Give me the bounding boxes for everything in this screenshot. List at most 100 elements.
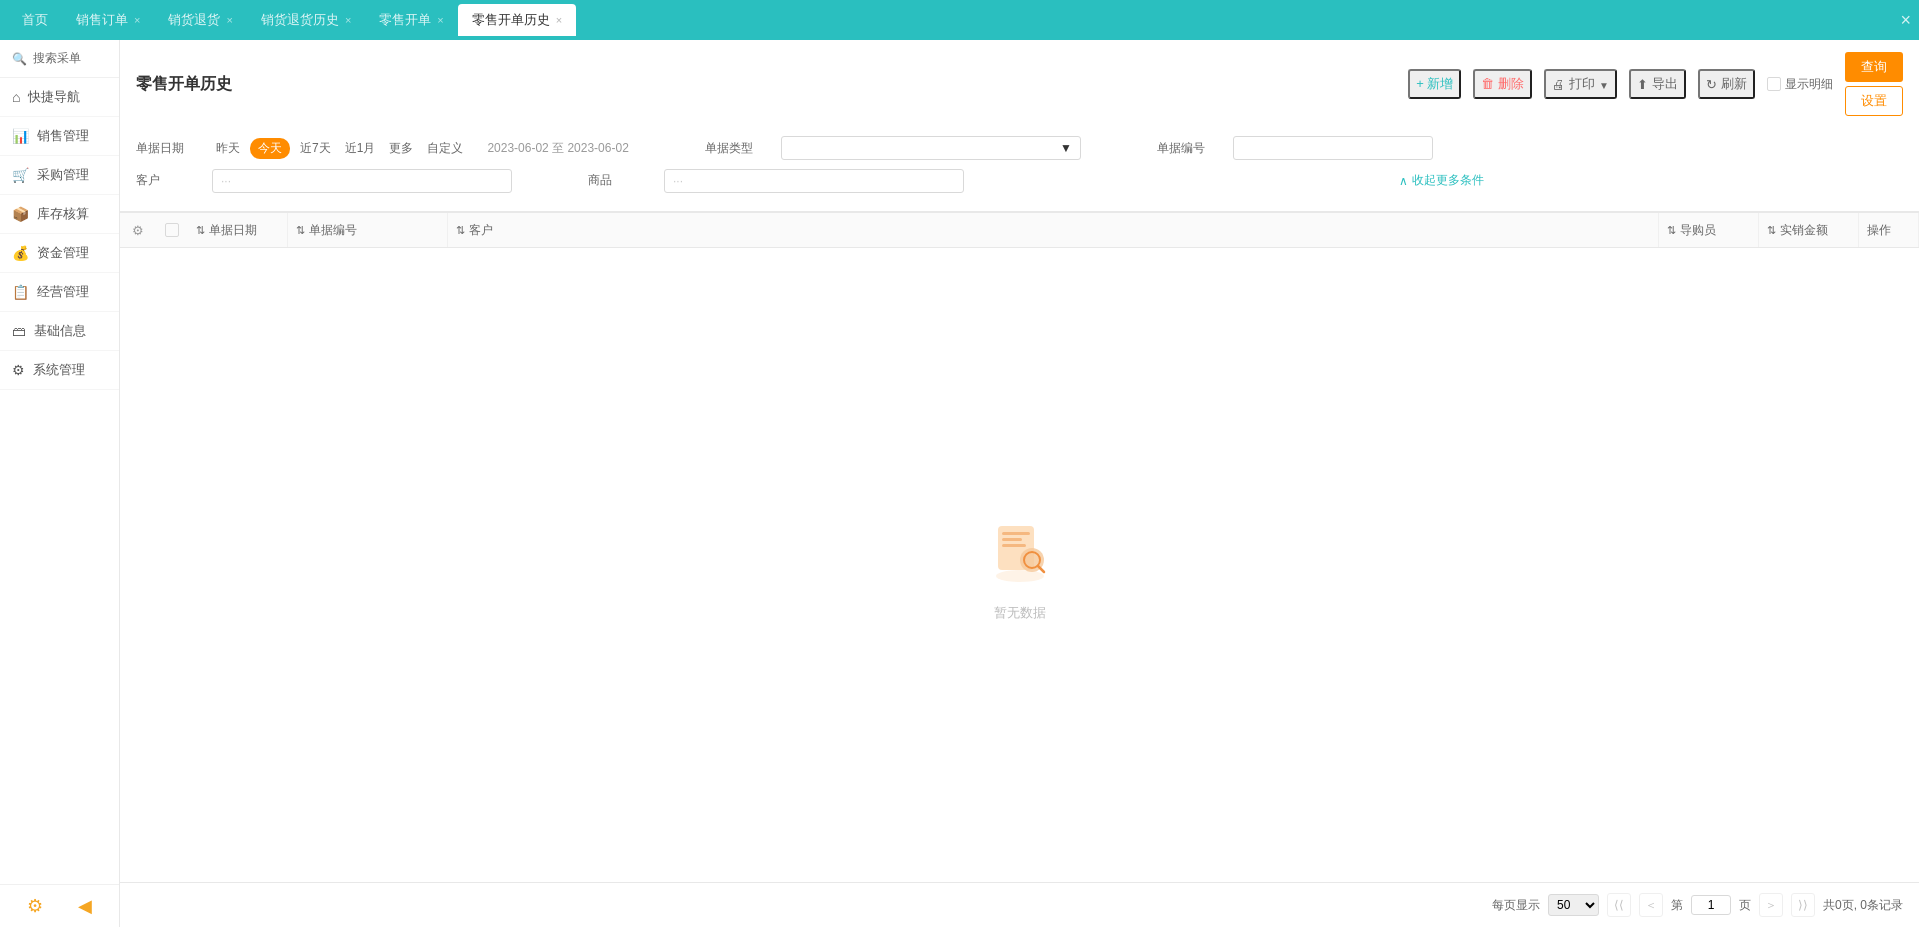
tab-bar-right: × [1900,10,1911,31]
collapse-btn-container: ∧ 收起更多条件 [980,168,1903,193]
display-detail-check[interactable] [1767,77,1781,91]
gear-icon: ⚙ [12,362,25,378]
tab-retail-open-label: 零售开单 [379,11,431,29]
export-button[interactable]: ⬆ 导出 [1629,69,1686,99]
main-layout: 🔍 搜索采单 ⌂ 快捷导航 📊 销售管理 🛒 采购管理 📦 库存核算 💰 资金管… [0,40,1919,927]
box-icon: 📦 [12,206,29,222]
per-page-select[interactable]: 50 10 20 100 [1548,894,1599,916]
next-page-btn[interactable]: ＞ [1759,893,1783,917]
sidebar-item-sales-mgmt[interactable]: 📊 销售管理 [0,117,119,156]
sidebar-item-purchase-mgmt[interactable]: 🛒 采购管理 [0,156,119,195]
sidebar-item-basic-info-label: 基础信息 [34,322,86,340]
tab-retail-open-history-close[interactable]: × [556,14,562,26]
sidebar-item-system-label: 系统管理 [33,361,85,379]
filter-area: 单据日期 昨天 今天 近7天 近1月 更多 自定义 2023-06-02 至 2… [136,128,1903,211]
sidebar-item-operations-label: 经营管理 [37,283,89,301]
folder-icon: 🗃 [12,323,26,339]
empty-text: 暂无数据 [994,604,1046,622]
tab-bar: 首页 销售订单 × 销货退货 × 销货退货历史 × 零售开单 × 零售开单历史 … [0,0,1919,40]
table-settings-icon[interactable]: ⚙ [120,223,156,238]
current-page-input[interactable]: 1 [1691,895,1731,915]
search-icon: 🔍 [12,52,27,66]
select-all-checkbox[interactable] [165,223,179,237]
sidebar-item-operations[interactable]: 📋 经营管理 [0,273,119,312]
more-btn[interactable]: 更多 [385,138,417,159]
svg-rect-2 [1002,532,1030,535]
empty-state: 暂无数据 [120,248,1919,882]
collapse-sidebar-icon[interactable]: ◀ [78,895,92,917]
tab-sales-return-close[interactable]: × [226,14,232,26]
page-header: 零售开单历史 + 新增 🗑 删除 🖨 打印 ⬆ 导出 ↻ [120,40,1919,212]
prev-page-btn[interactable]: ＜ [1639,893,1663,917]
settings-button[interactable]: 设置 [1845,86,1903,116]
print-icon: 🖨 [1552,77,1565,92]
clipboard-icon: 📋 [12,284,29,300]
print-button[interactable]: 🖨 打印 [1544,69,1617,99]
th-number[interactable]: 单据编号 [288,213,448,247]
last-page-btn[interactable]: ⟩⟩ [1791,893,1815,917]
tab-sales-order-close[interactable]: × [134,14,140,26]
tab-retail-open[interactable]: 零售开单 × [365,4,457,36]
th-customer-label: 客户 [469,222,493,239]
customer-input[interactable]: ··· [212,169,512,193]
table-select-all[interactable] [156,223,188,237]
customer-label: 客户 [136,172,196,189]
doc-type-select[interactable]: ▼ [781,136,1081,160]
refresh-button[interactable]: ↻ 刷新 [1698,69,1755,99]
goods-input[interactable]: ··· [664,169,964,193]
pagination: 每页显示 50 10 20 100 ⟨⟨ ＜ 第 1 页 ＞ ⟩⟩ 共0页, 0… [120,882,1919,927]
custom-btn[interactable]: 自定义 [423,138,467,159]
svg-rect-3 [1002,538,1022,541]
query-button[interactable]: 查询 [1845,52,1903,82]
last7days-btn[interactable]: 近7天 [296,138,335,159]
sidebar-item-system[interactable]: ⚙ 系统管理 [0,351,119,390]
sidebar: 🔍 搜索采单 ⌂ 快捷导航 📊 销售管理 🛒 采购管理 📦 库存核算 💰 资金管… [0,40,120,927]
th-date[interactable]: 单据日期 [188,213,288,247]
last1month-btn[interactable]: 近1月 [341,138,380,159]
empty-illustration [980,508,1060,588]
th-amount-label: 实销金额 [1780,222,1828,239]
th-guide-label: 导购员 [1680,222,1716,239]
date-range-display: 2023-06-02 至 2023-06-02 [487,140,628,157]
sidebar-item-finance[interactable]: 💰 资金管理 [0,234,119,273]
first-page-btn[interactable]: ⟨⟨ [1607,893,1631,917]
collapse-more-conditions-btn[interactable]: ∧ 收起更多条件 [1399,168,1484,193]
print-label: 打印 [1569,75,1595,93]
window-close-button[interactable]: × [1900,10,1911,31]
svg-rect-4 [1002,544,1026,547]
tab-sales-return-history-close[interactable]: × [345,14,351,26]
settings-bottom-icon[interactable]: ⚙ [27,895,43,917]
th-amount[interactable]: 实销金额 [1759,213,1859,247]
add-button[interactable]: + 新增 [1408,69,1461,99]
refresh-icon: ↻ [1706,77,1717,92]
tab-sales-return-history[interactable]: 销货退货历史 × [247,4,365,36]
tab-sales-return-history-label: 销货退货历史 [261,11,339,29]
sidebar-item-quick-nav[interactable]: ⌂ 快捷导航 [0,78,119,117]
total-label: 共0页, 0条记录 [1823,897,1903,914]
filter-date-group: 昨天 今天 近7天 近1月 更多 自定义 [212,138,467,159]
sidebar-search-label: 搜索采单 [33,50,81,67]
tab-sales-return[interactable]: 销货退货 × [154,4,246,36]
tab-home[interactable]: 首页 [8,4,62,36]
home-icon: ⌂ [12,89,20,105]
today-btn[interactable]: 今天 [250,138,290,159]
yesterday-btn[interactable]: 昨天 [212,138,244,159]
sidebar-item-basic-info[interactable]: 🗃 基础信息 [0,312,119,351]
collapse-label: 收起更多条件 [1412,172,1484,189]
sidebar-search[interactable]: 🔍 搜索采单 [0,40,119,78]
tab-retail-open-history[interactable]: 零售开单历史 × [458,4,576,36]
display-detail-checkbox[interactable]: 显示明细 [1767,76,1833,93]
sidebar-item-purchase-mgmt-label: 采购管理 [37,166,89,184]
tab-sales-order[interactable]: 销售订单 × [62,4,154,36]
export-label: 导出 [1652,75,1678,93]
th-guide[interactable]: 导购员 [1659,213,1759,247]
query-settings-group: 查询 设置 [1845,52,1903,116]
tab-retail-open-close[interactable]: × [437,14,443,26]
page-label-post: 页 [1739,897,1751,914]
doc-number-input[interactable] [1233,136,1433,160]
goods-dots-icon: ··· [673,174,683,188]
filter-row-2: 客户 ··· 商品 ··· ∧ 收起更多条件 [136,168,1903,193]
th-customer[interactable]: 客户 [448,213,1659,247]
delete-button[interactable]: 🗑 删除 [1473,69,1532,99]
sidebar-item-inventory[interactable]: 📦 库存核算 [0,195,119,234]
